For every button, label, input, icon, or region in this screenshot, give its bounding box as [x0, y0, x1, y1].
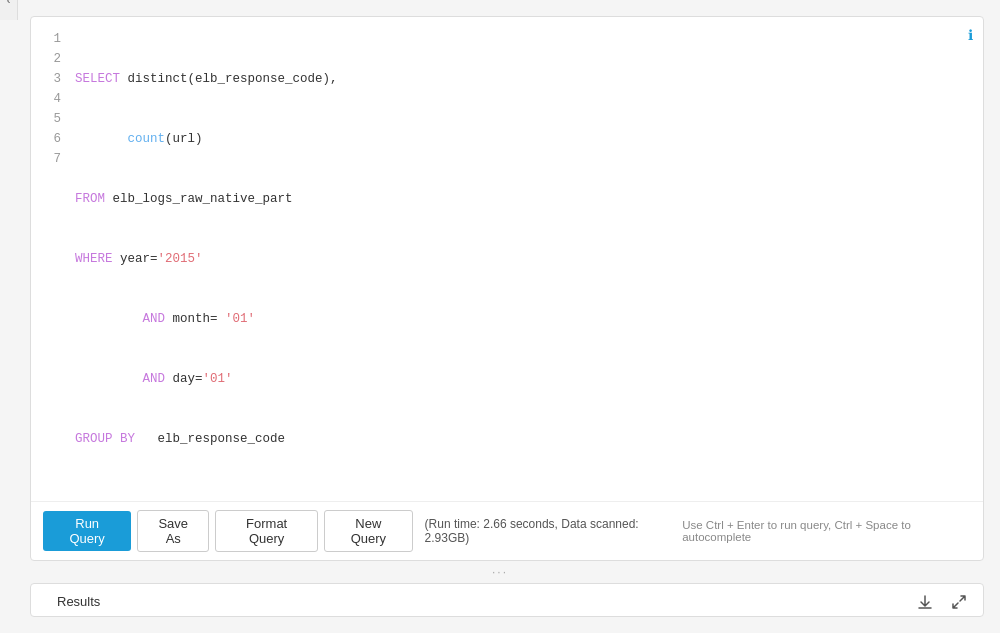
results-panel: Results elb_respo: [30, 583, 984, 617]
info-icon[interactable]: ℹ: [968, 27, 973, 43]
query-panel: ℹ 1 2 3 4 5 6 7 SELECT distinct(elb_resp…: [30, 16, 984, 561]
expand-icon[interactable]: [947, 590, 971, 614]
save-as-button[interactable]: Save As: [137, 510, 209, 552]
run-query-button[interactable]: Run Query: [43, 511, 131, 551]
new-query-button[interactable]: New Query: [324, 510, 412, 552]
line-numbers: 1 2 3 4 5 6 7: [31, 29, 71, 489]
code-editor[interactable]: 1 2 3 4 5 6 7 SELECT distinct(elb_respon…: [31, 17, 983, 501]
results-actions: [913, 590, 971, 614]
download-icon[interactable]: [913, 590, 937, 614]
run-info: (Run time: 2.66 seconds, Data scanned: 2…: [425, 517, 677, 545]
code-content[interactable]: SELECT distinct(elb_response_code), coun…: [71, 29, 983, 489]
results-tab[interactable]: Results: [43, 584, 114, 617]
resize-divider[interactable]: ···: [0, 561, 1000, 583]
main-container: ‹ ℹ 1 2 3 4 5 6 7 SELECT distinct(elb_re…: [0, 0, 1000, 633]
nav-arrow[interactable]: ‹: [0, 0, 18, 20]
results-header: Results: [31, 584, 983, 617]
format-query-button[interactable]: Format Query: [215, 510, 318, 552]
hint-text: Use Ctrl + Enter to run query, Ctrl + Sp…: [682, 519, 971, 543]
query-toolbar: Run Query Save As Format Query New Query…: [31, 501, 983, 560]
